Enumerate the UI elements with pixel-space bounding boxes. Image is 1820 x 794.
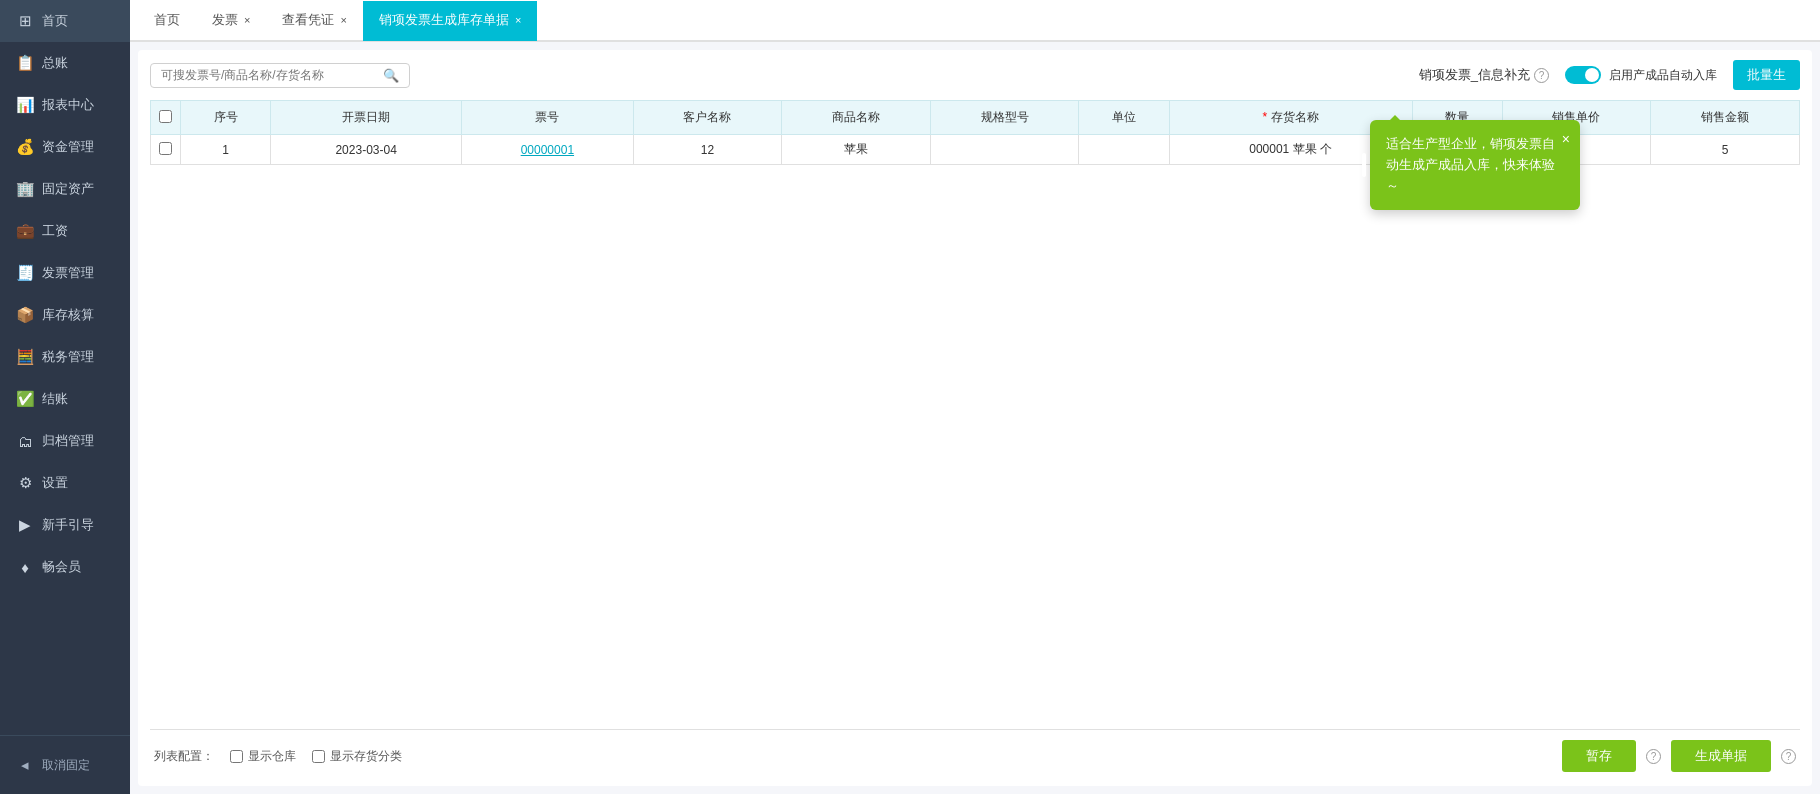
closing-icon: ✅ bbox=[16, 390, 34, 408]
tab-generate-stock-close[interactable]: × bbox=[515, 14, 521, 26]
row-spec bbox=[930, 135, 1079, 165]
header-ticket-no: 票号 bbox=[462, 101, 634, 135]
tooltip-popup: × 适合生产型企业，销项发票自动生成产成品入库，快来体验～ bbox=[1370, 120, 1580, 210]
header-amount: 销售金额 bbox=[1651, 101, 1800, 135]
sidebar-item-guide[interactable]: ▶ 新手引导 bbox=[0, 504, 130, 546]
batch-generate-button[interactable]: 批量生 bbox=[1733, 60, 1800, 90]
tooltip-indicator bbox=[1362, 153, 1366, 177]
tab-voucher-close[interactable]: × bbox=[340, 14, 346, 26]
tab-invoice-close[interactable]: × bbox=[244, 14, 250, 26]
generate-button[interactable]: 生成单据 bbox=[1671, 740, 1771, 772]
show-warehouse-label[interactable]: 显示仓库 bbox=[230, 748, 296, 765]
sidebar-item-home[interactable]: ⊞ 首页 bbox=[0, 0, 130, 42]
sidebar-bottom: ◂ 取消固定 bbox=[0, 735, 130, 794]
pin-icon: ◂ bbox=[16, 756, 34, 774]
assets-icon: 🏢 bbox=[16, 180, 34, 198]
sidebar-item-assets[interactable]: 🏢 固定资产 bbox=[0, 168, 130, 210]
reports-icon: 📊 bbox=[16, 96, 34, 114]
tab-invoice[interactable]: 发票 × bbox=[196, 1, 266, 41]
auto-stock-toggle[interactable] bbox=[1565, 66, 1601, 84]
vip-icon: ♦ bbox=[16, 559, 34, 576]
header-seq: 序号 bbox=[181, 101, 271, 135]
sidebar: ⊞ 首页 📋 总账 📊 报表中心 💰 资金管理 🏢 固定资产 💼 工资 🧾 发票… bbox=[0, 0, 130, 794]
header-customer: 客户名称 bbox=[633, 101, 782, 135]
info-label: 销项发票_信息补充 ? bbox=[1419, 66, 1549, 84]
sidebar-item-settings[interactable]: ⚙ 设置 bbox=[0, 462, 130, 504]
generate-help-icon[interactable]: ? bbox=[1781, 749, 1796, 764]
sidebar-item-closing[interactable]: ✅ 结账 bbox=[0, 378, 130, 420]
guide-icon: ▶ bbox=[16, 516, 34, 534]
toolbar-right: 销项发票_信息补充 ? 启用产成品自动入库 批量生 bbox=[1419, 60, 1800, 90]
tab-generate-stock[interactable]: 销项发票生成库存单据 × bbox=[363, 1, 537, 41]
tab-bar: 首页 发票 × 查看凭证 × 销项发票生成库存单据 × bbox=[130, 0, 1820, 42]
tax-icon: 🧮 bbox=[16, 348, 34, 366]
sidebar-item-salary[interactable]: 💼 工资 bbox=[0, 210, 130, 252]
row-checkbox-cell bbox=[151, 135, 181, 165]
invoice-icon: 🧾 bbox=[16, 264, 34, 282]
row-product: 苹果 bbox=[782, 135, 931, 165]
header-product: 商品名称 bbox=[782, 101, 931, 135]
tooltip-close-button[interactable]: × bbox=[1562, 128, 1570, 150]
header-date: 开票日期 bbox=[271, 101, 462, 135]
sidebar-item-tax[interactable]: 🧮 税务管理 bbox=[0, 336, 130, 378]
sidebar-item-funds[interactable]: 💰 资金管理 bbox=[0, 126, 130, 168]
search-input[interactable] bbox=[161, 68, 377, 82]
home-icon: ⊞ bbox=[16, 12, 34, 30]
footer-right: 暂存 ? 生成单据 ? bbox=[1562, 740, 1796, 772]
cancel-fixed-button[interactable]: ◂ 取消固定 bbox=[0, 744, 130, 786]
sidebar-item-archive[interactable]: 🗂 归档管理 bbox=[0, 420, 130, 462]
show-warehouse-checkbox[interactable] bbox=[230, 750, 243, 763]
info-help-icon[interactable]: ? bbox=[1534, 68, 1549, 83]
ledger-icon: 📋 bbox=[16, 54, 34, 72]
row-date: 2023-03-04 bbox=[271, 135, 462, 165]
sidebar-item-vip[interactable]: ♦ 畅会员 bbox=[0, 546, 130, 588]
save-button[interactable]: 暂存 bbox=[1562, 740, 1636, 772]
row-ticket-no[interactable]: 00000001 bbox=[462, 135, 634, 165]
archive-icon: 🗂 bbox=[16, 433, 34, 450]
tab-home[interactable]: 首页 bbox=[138, 1, 196, 41]
row-checkbox[interactable] bbox=[159, 142, 172, 155]
row-customer: 12 bbox=[633, 135, 782, 165]
show-inventory-category-label[interactable]: 显示存货分类 bbox=[312, 748, 402, 765]
sidebar-item-reports[interactable]: 📊 报表中心 bbox=[0, 84, 130, 126]
select-all-checkbox[interactable] bbox=[159, 110, 172, 123]
tab-voucher[interactable]: 查看凭证 × bbox=[266, 1, 362, 41]
row-amount: 5 bbox=[1651, 135, 1800, 165]
row-seq: 1 bbox=[181, 135, 271, 165]
inventory-icon: 📦 bbox=[16, 306, 34, 324]
row-unit bbox=[1079, 135, 1169, 165]
salary-icon: 💼 bbox=[16, 222, 34, 240]
save-help-icon[interactable]: ? bbox=[1646, 749, 1661, 764]
show-inventory-category-checkbox[interactable] bbox=[312, 750, 325, 763]
toolbar-row: 🔍 销项发票_信息补充 ? 启用产成品自动入库 批量生 bbox=[150, 60, 1800, 90]
header-unit: 单位 bbox=[1079, 101, 1169, 135]
toggle-wrapper: 启用产成品自动入库 bbox=[1565, 66, 1717, 84]
funds-icon: 💰 bbox=[16, 138, 34, 156]
search-icon[interactable]: 🔍 bbox=[383, 68, 399, 83]
footer-bar: 列表配置： 显示仓库 显示存货分类 暂存 ? 生成单据 ? bbox=[150, 729, 1800, 776]
search-box[interactable]: 🔍 bbox=[150, 63, 410, 88]
footer-left: 列表配置： 显示仓库 显示存货分类 bbox=[154, 748, 402, 765]
sidebar-item-ledger[interactable]: 📋 总账 bbox=[0, 42, 130, 84]
header-spec: 规格型号 bbox=[930, 101, 1079, 135]
sidebar-item-inventory[interactable]: 📦 库存核算 bbox=[0, 294, 130, 336]
header-checkbox-cell bbox=[151, 101, 181, 135]
sidebar-item-invoice[interactable]: 🧾 发票管理 bbox=[0, 252, 130, 294]
settings-icon: ⚙ bbox=[16, 474, 34, 492]
